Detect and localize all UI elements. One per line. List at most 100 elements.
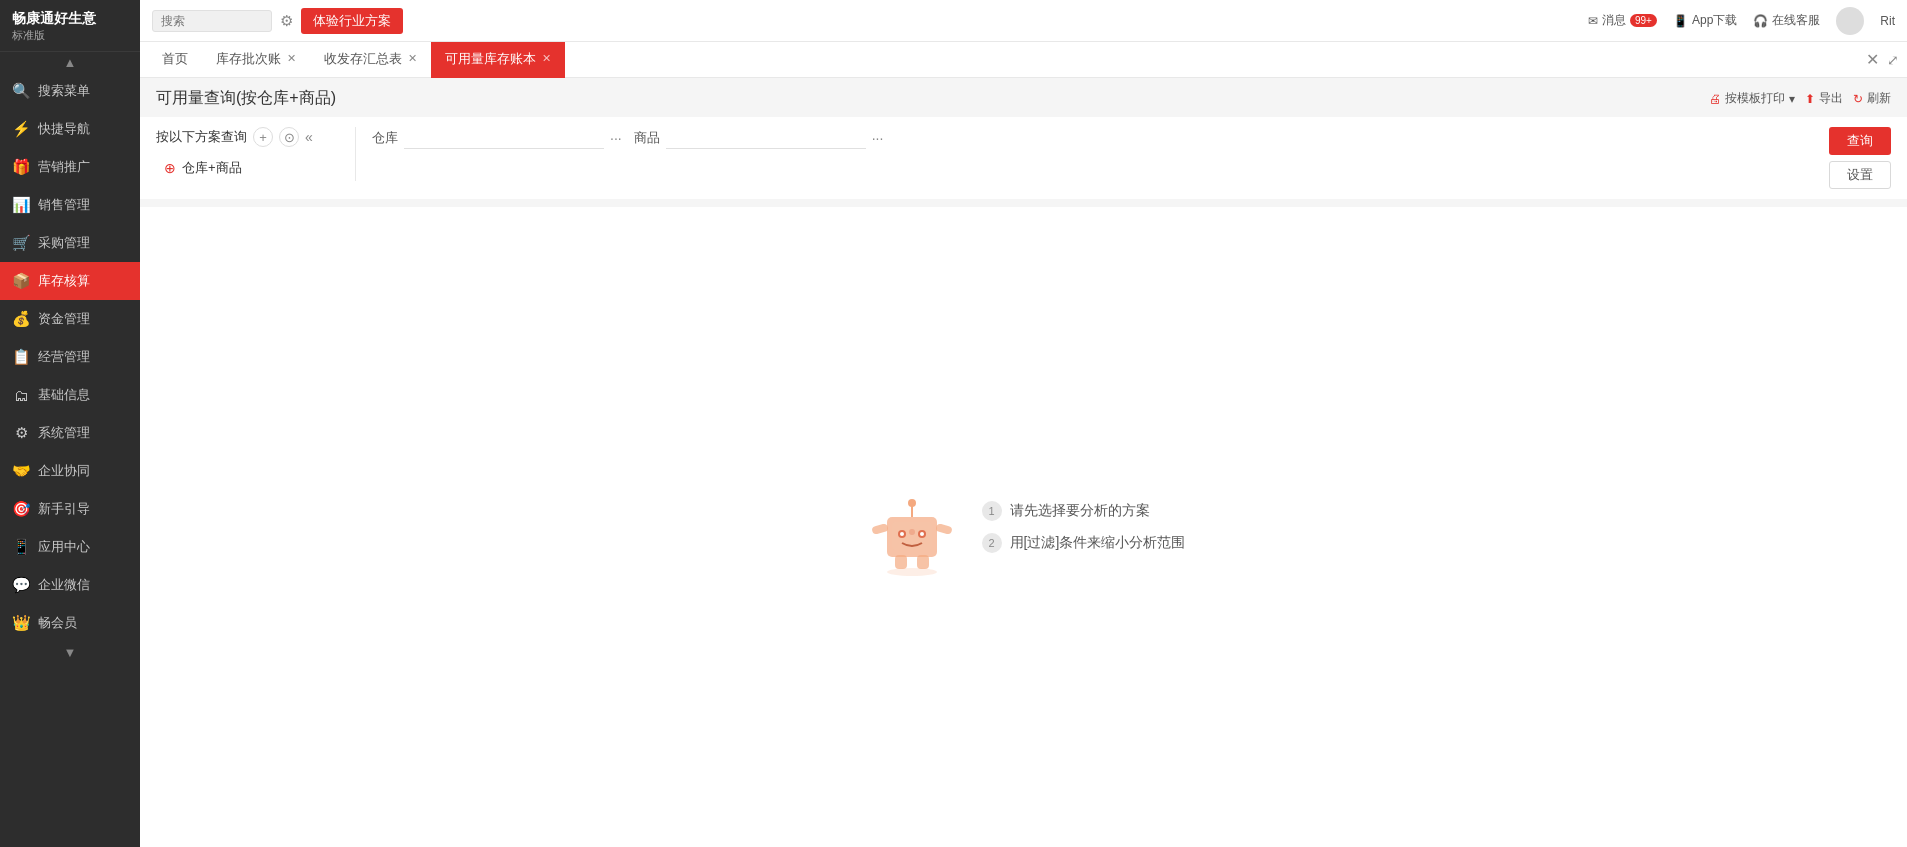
scheme-header-label: 按以下方案查询 — [156, 128, 247, 146]
warehouse-filter-group: 仓库 ··· — [372, 127, 622, 149]
product-filter-more[interactable]: ··· — [872, 130, 884, 146]
tab-batch-account[interactable]: 库存批次账 ✕ — [202, 42, 310, 78]
sidebar-item-inventory[interactable]: 📦 库存核算 — [0, 262, 140, 300]
scheme-item-warehouse-product[interactable]: ⊕ 仓库+商品 — [156, 155, 343, 181]
search-icon: 🔍 — [12, 82, 30, 100]
sidebar-item-sales[interactable]: 📊 销售管理 — [0, 186, 140, 224]
sidebar-item-label: 资金管理 — [38, 310, 90, 328]
sidebar-item-capital[interactable]: 💰 资金管理 — [0, 300, 140, 338]
filter-fields: 仓库 ··· 商品 ··· — [356, 127, 1813, 149]
scheme-item-icon: ⊕ — [164, 160, 176, 176]
svg-point-7 — [908, 499, 916, 507]
scheme-header: 按以下方案查询 + ⊙ « — [156, 127, 343, 147]
wechat-icon: 💬 — [12, 576, 30, 594]
empty-tips: 1 请先选择要分析的方案 2 用[过滤]条件来缩小分析范围 — [982, 501, 1186, 553]
scheme-settings-icon: ⊙ — [284, 130, 295, 145]
sidebar-item-label: 畅会员 — [38, 614, 77, 632]
export-label: 导出 — [1819, 90, 1843, 107]
sidebar-item-basic[interactable]: 🗂 基础信息 — [0, 376, 140, 414]
scheme-settings-button[interactable]: ⊙ — [279, 127, 299, 147]
tab-batch-account-close[interactable]: ✕ — [287, 53, 296, 64]
page-header-actions: 🖨 按模板打印 ▾ ⬆ 导出 ↻ 刷新 — [1709, 90, 1891, 107]
message-btn[interactable]: ✉ 消息 99+ — [1588, 12, 1657, 29]
scheme-collapse-button[interactable]: « — [305, 129, 313, 145]
download-icon: 📱 — [1673, 14, 1688, 28]
tip-text-2: 用[过滤]条件来缩小分析范围 — [1010, 534, 1186, 552]
sidebar-scroll-up[interactable]: ▲ — [0, 52, 140, 72]
system-icon: ⚙ — [12, 424, 30, 442]
add-scheme-icon: + — [259, 130, 267, 145]
sidebar-item-wechat[interactable]: 💬 企业微信 — [0, 566, 140, 604]
sidebar-item-newbie[interactable]: 🎯 新手引导 — [0, 490, 140, 528]
product-filter-input[interactable] — [666, 127, 866, 149]
sidebar-item-operations[interactable]: 📋 经营管理 — [0, 338, 140, 376]
sidebar-item-label: 采购管理 — [38, 234, 90, 252]
app-download-btn[interactable]: 📱 App下载 — [1673, 12, 1737, 29]
inventory-icon: 📦 — [12, 272, 30, 290]
sidebar-item-purchase[interactable]: 🛒 采购管理 — [0, 224, 140, 262]
sidebar-item-search[interactable]: 🔍 搜索菜单 — [0, 72, 140, 110]
empty-tip-2: 2 用[过滤]条件来缩小分析范围 — [982, 533, 1186, 553]
refresh-button[interactable]: ↻ 刷新 — [1853, 90, 1891, 107]
sidebar-scroll-down[interactable]: ▼ — [0, 642, 140, 662]
sidebar-item-member[interactable]: 👑 畅会员 — [0, 604, 140, 642]
print-label: 按模板打印 — [1725, 90, 1785, 107]
service-icon: 🎧 — [1753, 14, 1768, 28]
tab-available-qty-label: 可用量库存账本 — [445, 50, 536, 68]
topbar-right: ✉ 消息 99+ 📱 App下载 🎧 在线客服 Rit — [1588, 7, 1895, 35]
tab-available-qty[interactable]: 可用量库存账本 ✕ — [431, 42, 565, 78]
sidebar-item-shortcut[interactable]: ⚡ 快捷导航 — [0, 110, 140, 148]
svg-point-12 — [909, 529, 915, 535]
print-button[interactable]: 🖨 按模板打印 ▾ — [1709, 90, 1795, 107]
tabs-bar: 首页 库存批次账 ✕ 收发存汇总表 ✕ 可用量库存账本 ✕ ✕ ⤢ — [140, 42, 1907, 78]
sidebar-item-label: 企业微信 — [38, 576, 90, 594]
basic-icon: 🗂 — [12, 387, 30, 404]
sidebar-item-label: 库存核算 — [38, 272, 90, 290]
username: Rit — [1880, 14, 1895, 28]
robot-svg — [862, 477, 962, 577]
empty-state: 1 请先选择要分析的方案 2 用[过滤]条件来缩小分析范围 — [140, 207, 1907, 847]
app-download-label: App下载 — [1692, 12, 1737, 29]
query-button[interactable]: 查询 — [1829, 127, 1891, 155]
warehouse-filter-input[interactable] — [404, 127, 604, 149]
message-icon: ✉ — [1588, 14, 1598, 28]
capital-icon: 💰 — [12, 310, 30, 328]
svg-rect-11 — [917, 555, 929, 569]
topbar-search-input[interactable] — [152, 10, 272, 32]
sidebar-item-label: 新手引导 — [38, 500, 90, 518]
svg-rect-9 — [935, 523, 953, 535]
expand-icon[interactable]: ⤢ — [1887, 52, 1899, 68]
tab-home[interactable]: 首页 — [148, 42, 202, 78]
topbar-gear-icon[interactable]: ⚙ — [280, 12, 293, 30]
trial-button[interactable]: 体验行业方案 — [301, 8, 403, 34]
action-buttons: 查询 设置 — [1829, 127, 1891, 189]
sidebar-item-appstore[interactable]: 📱 应用中心 — [0, 528, 140, 566]
print-icon: 🖨 — [1709, 92, 1721, 106]
member-icon: 👑 — [12, 614, 30, 632]
topbar: ⚙ 体验行业方案 ✉ 消息 99+ 📱 App下载 🎧 在线客服 Rit — [140, 0, 1907, 42]
tip-num-1: 1 — [982, 501, 1002, 521]
export-button[interactable]: ⬆ 导出 — [1805, 90, 1843, 107]
sidebar-item-marketing[interactable]: 🎁 营销推广 — [0, 148, 140, 186]
tab-summary[interactable]: 收发存汇总表 ✕ — [310, 42, 431, 78]
main-area: ⚙ 体验行业方案 ✉ 消息 99+ 📱 App下载 🎧 在线客服 Rit 首页 — [140, 0, 1907, 847]
scheme-add-button[interactable]: + — [253, 127, 273, 147]
warehouse-filter-label: 仓库 — [372, 129, 398, 147]
refresh-icon: ↻ — [1853, 92, 1863, 106]
close-all-tabs-icon[interactable]: ✕ — [1866, 50, 1879, 69]
warehouse-filter-more[interactable]: ··· — [610, 130, 622, 146]
tab-summary-close[interactable]: ✕ — [408, 53, 417, 64]
enterprise-icon: 🤝 — [12, 462, 30, 480]
tab-available-qty-close[interactable]: ✕ — [542, 53, 551, 64]
page-header: 可用量查询(按仓库+商品) 🖨 按模板打印 ▾ ⬆ 导出 ↻ 刷新 — [140, 78, 1907, 117]
sidebar-item-label: 企业协同 — [38, 462, 90, 480]
customer-service-btn[interactable]: 🎧 在线客服 — [1753, 12, 1820, 29]
print-dropdown-icon[interactable]: ▾ — [1789, 92, 1795, 106]
app-edition: 标准版 — [12, 28, 128, 43]
settings-button[interactable]: 设置 — [1829, 161, 1891, 189]
purchase-icon: 🛒 — [12, 234, 30, 252]
sidebar-item-system[interactable]: ⚙ 系统管理 — [0, 414, 140, 452]
tabs-right: ✕ ⤢ — [1866, 50, 1899, 69]
sidebar-item-enterprise[interactable]: 🤝 企业协同 — [0, 452, 140, 490]
message-label: 消息 — [1602, 12, 1626, 29]
